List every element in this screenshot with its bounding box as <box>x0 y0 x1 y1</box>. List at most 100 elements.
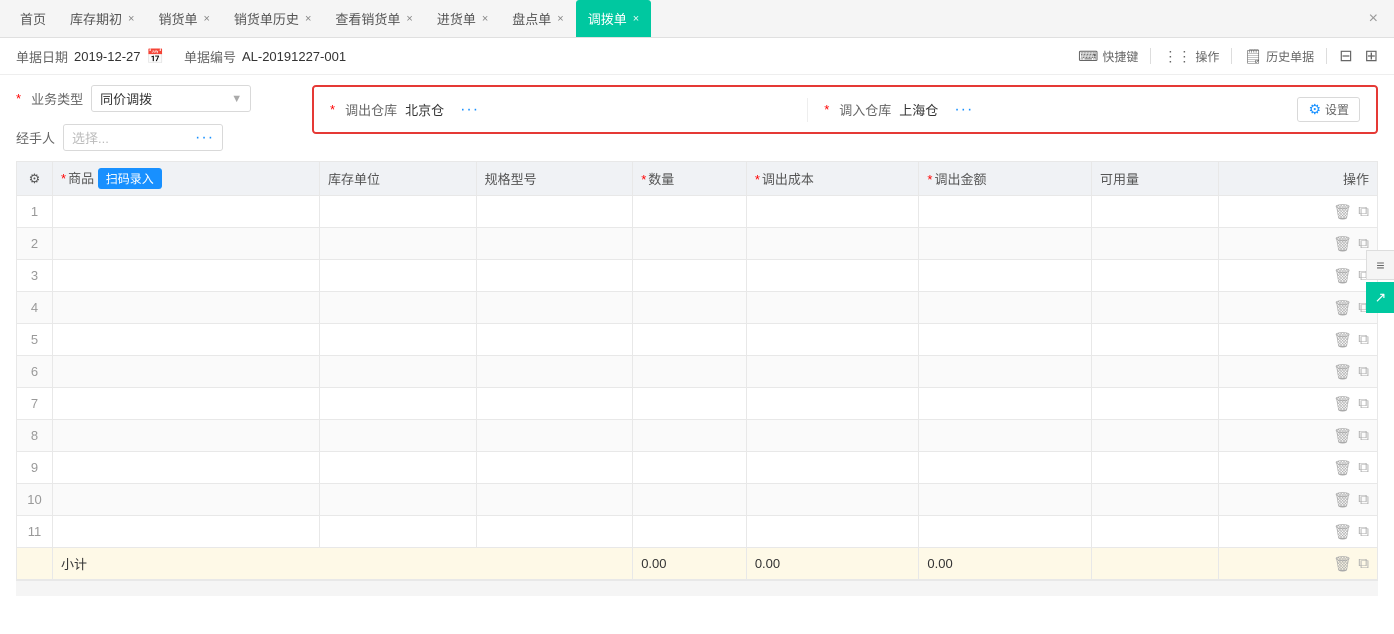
copy-icon[interactable]: ⧉ <box>1358 459 1369 476</box>
side-list-button[interactable]: ≡ <box>1366 250 1394 280</box>
qty-cell[interactable] <box>633 260 747 292</box>
copy-icon[interactable]: ⧉ <box>1358 491 1369 508</box>
row-num: 3 <box>17 260 53 292</box>
th-unit: 库存单位 <box>320 162 477 196</box>
delete-icon[interactable]: 🗑 <box>1333 395 1352 413</box>
copy-icon[interactable]: ⧉ <box>1358 555 1369 572</box>
close-icon[interactable]: × <box>203 13 209 25</box>
close-icon[interactable]: × <box>633 13 639 25</box>
subtotal-label: 小计 <box>53 548 633 580</box>
subtotal-cost: 0.00 <box>746 548 919 580</box>
copy-icon[interactable]: ⧉ <box>1358 331 1369 348</box>
calendar-icon[interactable]: 📅 <box>147 48 164 65</box>
product-cell[interactable] <box>53 228 320 260</box>
tab-home[interactable]: 首页 <box>8 0 58 37</box>
tab-purchase[interactable]: 进货单 × <box>425 0 500 37</box>
amount-cell <box>919 196 1092 228</box>
manager-label: 经手人 <box>16 128 55 147</box>
qty-cell[interactable] <box>633 228 747 260</box>
gear-icon: ⚙ <box>1308 101 1321 118</box>
copy-icon[interactable]: ⧉ <box>1358 363 1369 380</box>
th-action: 操作 <box>1219 162 1378 196</box>
required-star-in: * <box>824 102 829 117</box>
close-icon[interactable]: × <box>406 13 412 25</box>
business-type-label: 业务类型 <box>31 89 83 108</box>
quick-key-button[interactable]: ⌨ 快捷键 <box>1078 48 1138 65</box>
manager-placeholder: 选择... <box>72 128 109 147</box>
form-area: * 业务类型 同价调拨 ▼ 经手人 选择... ··· * 调出仓库 北京仓 ·… <box>0 75 1394 161</box>
qty-cell[interactable] <box>633 196 747 228</box>
delete-icon[interactable]: 🗑 <box>1333 331 1352 349</box>
th-product: 商品 扫码录入 <box>53 162 320 196</box>
warehouse-in-field: * 调入仓库 上海仓 ··· <box>824 100 1285 119</box>
th-spec: 规格型号 <box>476 162 633 196</box>
business-type-select[interactable]: 同价调拨 ▼ <box>91 85 251 112</box>
manager-select[interactable]: 选择... ··· <box>63 124 223 151</box>
copy-icon[interactable]: ⧉ <box>1358 395 1369 412</box>
cost-cell <box>746 228 919 260</box>
settings-button[interactable]: ⚙ 设置 <box>1297 97 1360 122</box>
th-gear: ⚙ <box>17 162 53 196</box>
close-all-tabs-button[interactable]: × <box>1361 10 1386 28</box>
unit-cell <box>320 228 477 260</box>
scan-button[interactable]: 扫码录入 <box>98 168 162 189</box>
row-num: 2 <box>17 228 53 260</box>
warehouse-out-ellipsis-button[interactable]: ··· <box>460 101 479 119</box>
business-type-value: 同价调拨 <box>100 89 152 108</box>
tab-inventory[interactable]: 盘点单 × <box>500 0 575 37</box>
list-view-button[interactable]: ⊞ <box>1365 46 1378 66</box>
table-row: 6 🗑⧉ <box>17 356 1378 388</box>
copy-icon[interactable]: ⧉ <box>1358 523 1369 540</box>
warehouse-in-ellipsis-button[interactable]: ··· <box>954 101 973 119</box>
gear-icon[interactable]: ⚙ <box>29 171 41 186</box>
delete-icon[interactable]: 🗑 <box>1333 267 1352 285</box>
close-icon[interactable]: × <box>557 13 563 25</box>
warehouse-out-field: * 调出仓库 北京仓 ··· <box>330 100 791 119</box>
operation-button[interactable]: ⋮⋮ 操作 <box>1163 48 1219 65</box>
tab-transfer[interactable]: 调拨单 × <box>576 0 651 37</box>
table-row: 10 🗑⧉ <box>17 484 1378 516</box>
delete-icon[interactable]: 🗑 <box>1333 523 1352 541</box>
tab-sales-history[interactable]: 销货单历史 × <box>222 0 323 37</box>
doc-value: AL-20191227-001 <box>242 49 346 64</box>
history-doc-button[interactable]: 🗒 历史单据 <box>1244 48 1314 65</box>
close-icon[interactable]: × <box>305 13 311 25</box>
required-star-out: * <box>330 102 335 117</box>
delete-icon[interactable]: 🗑 <box>1333 299 1352 317</box>
product-cell[interactable] <box>53 196 320 228</box>
delete-icon[interactable]: 🗑 <box>1333 363 1352 381</box>
table-row: 5 🗑⧉ <box>17 324 1378 356</box>
separator <box>1231 48 1232 64</box>
delete-icon[interactable]: 🗑 <box>1333 235 1352 253</box>
delete-icon[interactable]: 🗑 <box>1333 491 1352 509</box>
side-expand-button[interactable]: ↗ <box>1366 282 1394 313</box>
tab-inventory-init[interactable]: 库存期初 × <box>58 0 146 37</box>
grid-view-button[interactable]: ⊟ <box>1339 46 1352 66</box>
product-cell[interactable] <box>53 260 320 292</box>
available-cell <box>1092 228 1219 260</box>
manager-ellipsis-button[interactable]: ··· <box>195 129 214 147</box>
scroll-bar[interactable] <box>16 580 1378 596</box>
date-label: 单据日期 <box>16 47 68 66</box>
copy-icon[interactable]: ⧉ <box>1358 203 1369 220</box>
unit-cell <box>320 196 477 228</box>
tab-view-sales[interactable]: 查看销货单 × <box>323 0 424 37</box>
close-icon[interactable]: × <box>482 13 488 25</box>
tab-sales[interactable]: 销货单 × <box>146 0 221 37</box>
delete-icon[interactable]: 🗑 <box>1333 555 1352 573</box>
spec-cell <box>476 228 633 260</box>
delete-icon[interactable]: 🗑 <box>1333 203 1352 221</box>
th-qty: 数量 <box>633 162 747 196</box>
subtotal-qty: 0.00 <box>633 548 747 580</box>
doc-number-field: 单据编号 AL-20191227-001 <box>184 47 346 66</box>
delete-icon[interactable]: 🗑 <box>1333 427 1352 445</box>
delete-icon[interactable]: 🗑 <box>1333 459 1352 477</box>
close-icon[interactable]: × <box>128 13 134 25</box>
table-row: 11 🗑⧉ <box>17 516 1378 548</box>
business-type-field: * 业务类型 同价调拨 ▼ <box>16 85 296 112</box>
warehouse-out-value: 北京仓 <box>405 100 444 119</box>
table-row: 9 🗑⧉ <box>17 452 1378 484</box>
table-row: 1 🗑 ⧉ <box>17 196 1378 228</box>
separator <box>1326 48 1327 64</box>
copy-icon[interactable]: ⧉ <box>1358 427 1369 444</box>
